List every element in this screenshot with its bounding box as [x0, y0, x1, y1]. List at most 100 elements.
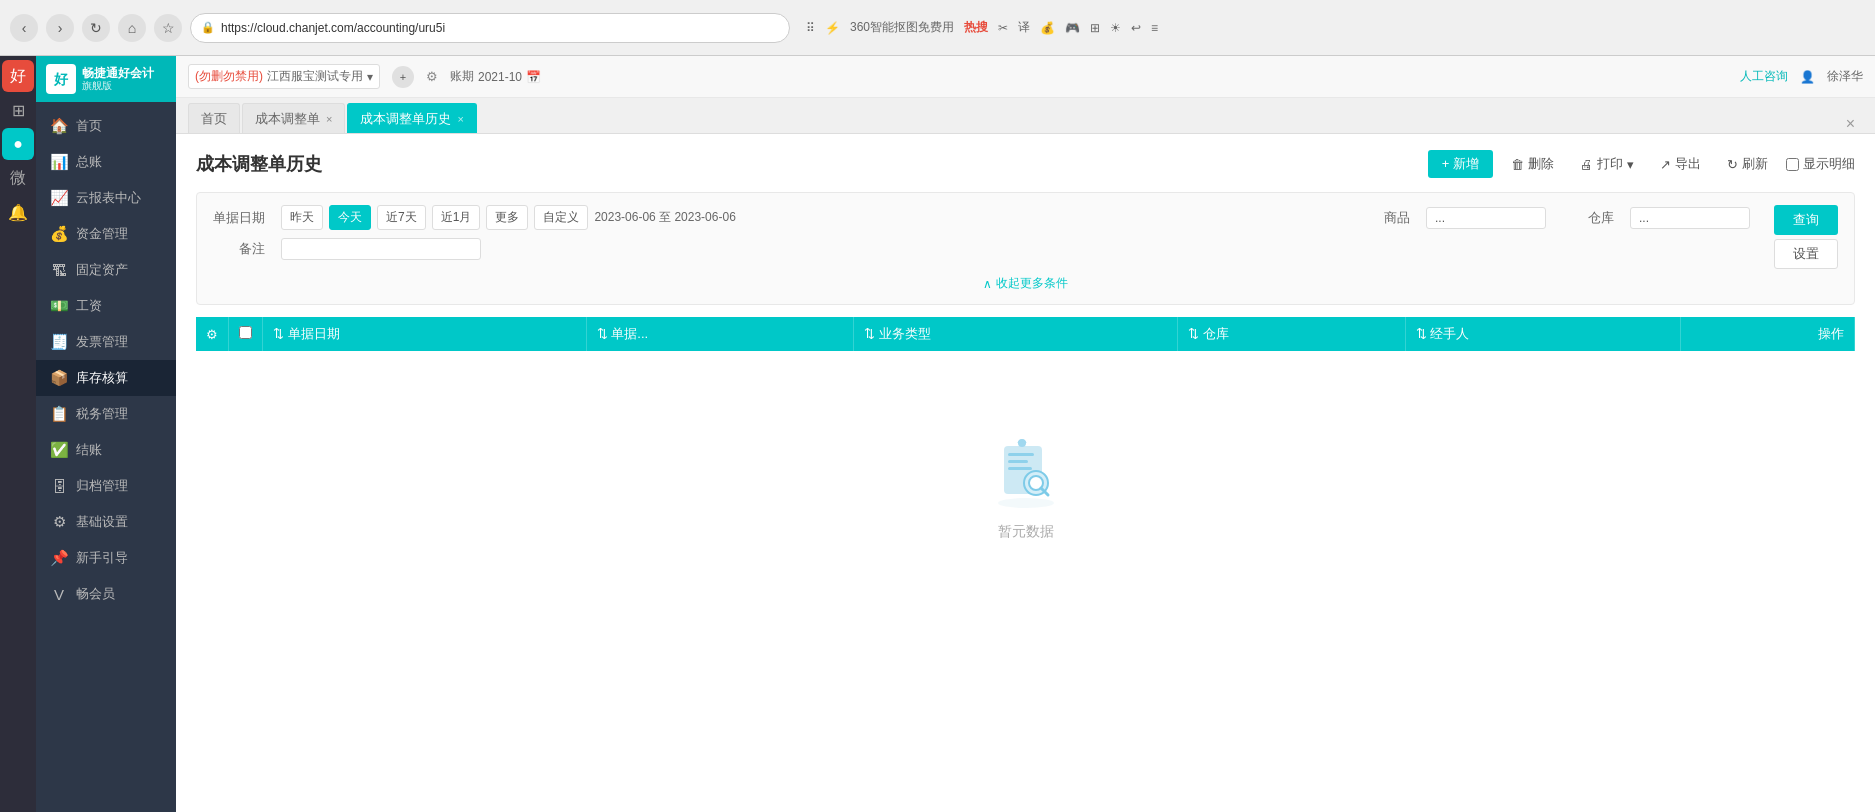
tabs-close-button[interactable]: × — [1838, 115, 1863, 133]
tab-cost-history[interactable]: 成本调整单历史 × — [347, 103, 476, 133]
date-today[interactable]: 今天 — [329, 205, 371, 230]
empty-state: 暂元数据 — [196, 351, 1855, 621]
sidebar-icon-13: V — [50, 586, 68, 603]
date-range-text: 2023-06-06 至 2023-06-06 — [594, 209, 735, 226]
calendar-icon[interactable]: 📅 — [526, 70, 541, 84]
sidebar-item-3[interactable]: 💰资金管理 — [36, 216, 176, 252]
settings-button[interactable]: 设置 — [1774, 239, 1838, 269]
sidebar-label-4: 固定资产 — [76, 261, 128, 279]
display-columns-checkbox[interactable]: 显示明细 — [1786, 155, 1855, 173]
add-company-button[interactable]: + — [392, 66, 414, 88]
icon-rail-weibo[interactable]: 微 — [2, 162, 34, 194]
sidebar-item-9[interactable]: ✅结账 — [36, 432, 176, 468]
sidebar-icon-3: 💰 — [50, 225, 68, 243]
col-actions-label: 操作 — [1818, 326, 1844, 341]
date-more[interactable]: 更多 — [486, 205, 528, 230]
warehouse-label: 仓库 — [1562, 209, 1614, 227]
delete-button[interactable]: 🗑 删除 — [1503, 151, 1562, 177]
date-yesterday[interactable]: 昨天 — [281, 205, 323, 230]
svg-point-0 — [998, 498, 1054, 508]
icon-rail-home[interactable]: ⊞ — [2, 94, 34, 126]
back-button[interactable]: ‹ — [10, 14, 38, 42]
goods-selector[interactable]: ... — [1426, 207, 1546, 229]
period-label: 账期 — [450, 68, 474, 85]
delete-icon: 🗑 — [1511, 157, 1524, 172]
select-all-checkbox[interactable] — [239, 326, 252, 339]
sidebar-item-0[interactable]: 🏠 首页 — [36, 108, 176, 144]
collapse-button[interactable]: ∧ 收起更多条件 — [983, 275, 1068, 292]
user-name[interactable]: 徐泽华 — [1827, 68, 1863, 85]
col-warehouse[interactable]: ⇅ 仓库 — [1178, 317, 1406, 351]
icon-rail-active[interactable]: ● — [2, 128, 34, 160]
col-operator[interactable]: ⇅ 经手人 — [1405, 317, 1681, 351]
game-icon: 🎮 — [1065, 21, 1080, 35]
sidebar-item-13[interactable]: V畅会员 — [36, 576, 176, 612]
tab-cost-history-label: 成本调整单历史 — [360, 110, 451, 128]
col-number-label: ⇅ 单据... — [597, 326, 648, 341]
sidebar-label-0: 首页 — [76, 117, 102, 135]
new-button[interactable]: + 新增 — [1428, 150, 1493, 178]
sidebar-label-6: 发票管理 — [76, 333, 128, 351]
top-bar-right: 人工咨询 👤 徐泽华 — [1740, 68, 1863, 85]
collapse-label: 收起更多条件 — [996, 275, 1068, 292]
tab-cost-adjust[interactable]: 成本调整单 × — [242, 103, 345, 133]
sidebar-item-5[interactable]: 💵工资 — [36, 288, 176, 324]
print-button[interactable]: 🖨 打印 ▾ — [1572, 151, 1642, 177]
sidebar-icon-10: 🗄 — [50, 478, 68, 495]
sidebar-item-2[interactable]: 📈云报表中心 — [36, 180, 176, 216]
display-columns-input[interactable] — [1786, 158, 1799, 171]
date-custom[interactable]: 自定义 — [534, 205, 588, 230]
sidebar-item-11[interactable]: ⚙基础设置 — [36, 504, 176, 540]
sidebar-item-7[interactable]: 📦库存核算 — [36, 360, 176, 396]
col-gear[interactable]: ⚙ — [196, 317, 229, 351]
bookmark-button[interactable]: ☆ — [154, 14, 182, 42]
settings-gear-icon[interactable]: ⚙ — [426, 69, 438, 84]
date-7days[interactable]: 近7天 — [377, 205, 426, 230]
tab-cost-history-close[interactable]: × — [457, 113, 463, 125]
export-button[interactable]: ↗ 导出 — [1652, 151, 1709, 177]
tabs-bar: 首页 成本调整单 × 成本调整单历史 × × — [176, 98, 1875, 134]
remark-input[interactable] — [281, 238, 481, 260]
col-date[interactable]: ⇅ 单据日期 — [263, 317, 587, 351]
support-label[interactable]: 人工咨询 — [1740, 68, 1788, 85]
sidebar-item-8[interactable]: 📋税务管理 — [36, 396, 176, 432]
sidebar-icon-11: ⚙ — [50, 513, 68, 531]
print-icon: 🖨 — [1580, 157, 1593, 172]
translate-icon: 译 — [1018, 19, 1030, 36]
col-number[interactable]: ⇅ 单据... — [586, 317, 854, 351]
forward-button[interactable]: › — [46, 14, 74, 42]
sidebar-item-12[interactable]: 📌新手引导 — [36, 540, 176, 576]
col-type[interactable]: ⇅ 业务类型 — [854, 317, 1178, 351]
warehouse-selector[interactable]: ... — [1630, 207, 1750, 229]
page-actions: + 新增 🗑 删除 🖨 打印 ▾ ↗ 导出 ↻ — [1428, 150, 1855, 178]
undo-icon: ↩ — [1131, 21, 1141, 35]
sidebar-item-1[interactable]: 📊总账 — [36, 144, 176, 180]
date-1month[interactable]: 近1月 — [432, 205, 481, 230]
sidebar-menu: 🏠 首页 📊总账📈云报表中心💰资金管理🏗固定资产💵工资🧾发票管理📦库存核算📋税务管理… — [36, 102, 176, 812]
sidebar-item-6[interactable]: 🧾发票管理 — [36, 324, 176, 360]
search-label: 360智能抠图免费用 — [850, 19, 954, 36]
home-button[interactable]: ⌂ — [118, 14, 146, 42]
gear-icon[interactable]: ⚙ — [206, 327, 218, 342]
hot-label: 热搜 — [964, 19, 988, 36]
icon-rail-app[interactable]: 好 — [2, 60, 34, 92]
icon-rail-notify[interactable]: 🔔 — [2, 196, 34, 228]
col-checkbox[interactable] — [229, 317, 263, 351]
query-button[interactable]: 查询 — [1774, 205, 1838, 235]
refresh-button[interactable]: ↻ 刷新 — [1719, 151, 1776, 177]
company-warning: (勿删勿禁用) — [195, 68, 263, 85]
extension-grid-icon: ⠿ — [806, 21, 815, 35]
col-warehouse-label: ⇅ 仓库 — [1188, 326, 1229, 341]
sidebar-item-4[interactable]: 🏗固定资产 — [36, 252, 176, 288]
browser-extras: ⠿ ⚡ 360智能抠图免费用 热搜 ✂ 译 💰 🎮 ⊞ ☀ ↩ ≡ — [806, 19, 1158, 36]
extension-bolt-icon: ⚡ — [825, 21, 840, 35]
sidebar-item-10[interactable]: 🗄 归档管理 — [36, 468, 176, 504]
tab-home[interactable]: 首页 — [188, 103, 240, 133]
sidebar-label-10: 归档管理 — [76, 477, 128, 495]
url-bar[interactable]: 🔒 https://cloud.chanjet.com/accounting/u… — [190, 13, 790, 43]
filter-actions: 查询 设置 — [1774, 205, 1838, 269]
sidebar-icon-0: 🏠 — [50, 117, 68, 135]
refresh-button[interactable]: ↻ — [82, 14, 110, 42]
company-selector[interactable]: (勿删勿禁用) 江西服宝测试专用 ▾ — [188, 64, 380, 89]
tab-cost-adjust-close[interactable]: × — [326, 113, 332, 125]
